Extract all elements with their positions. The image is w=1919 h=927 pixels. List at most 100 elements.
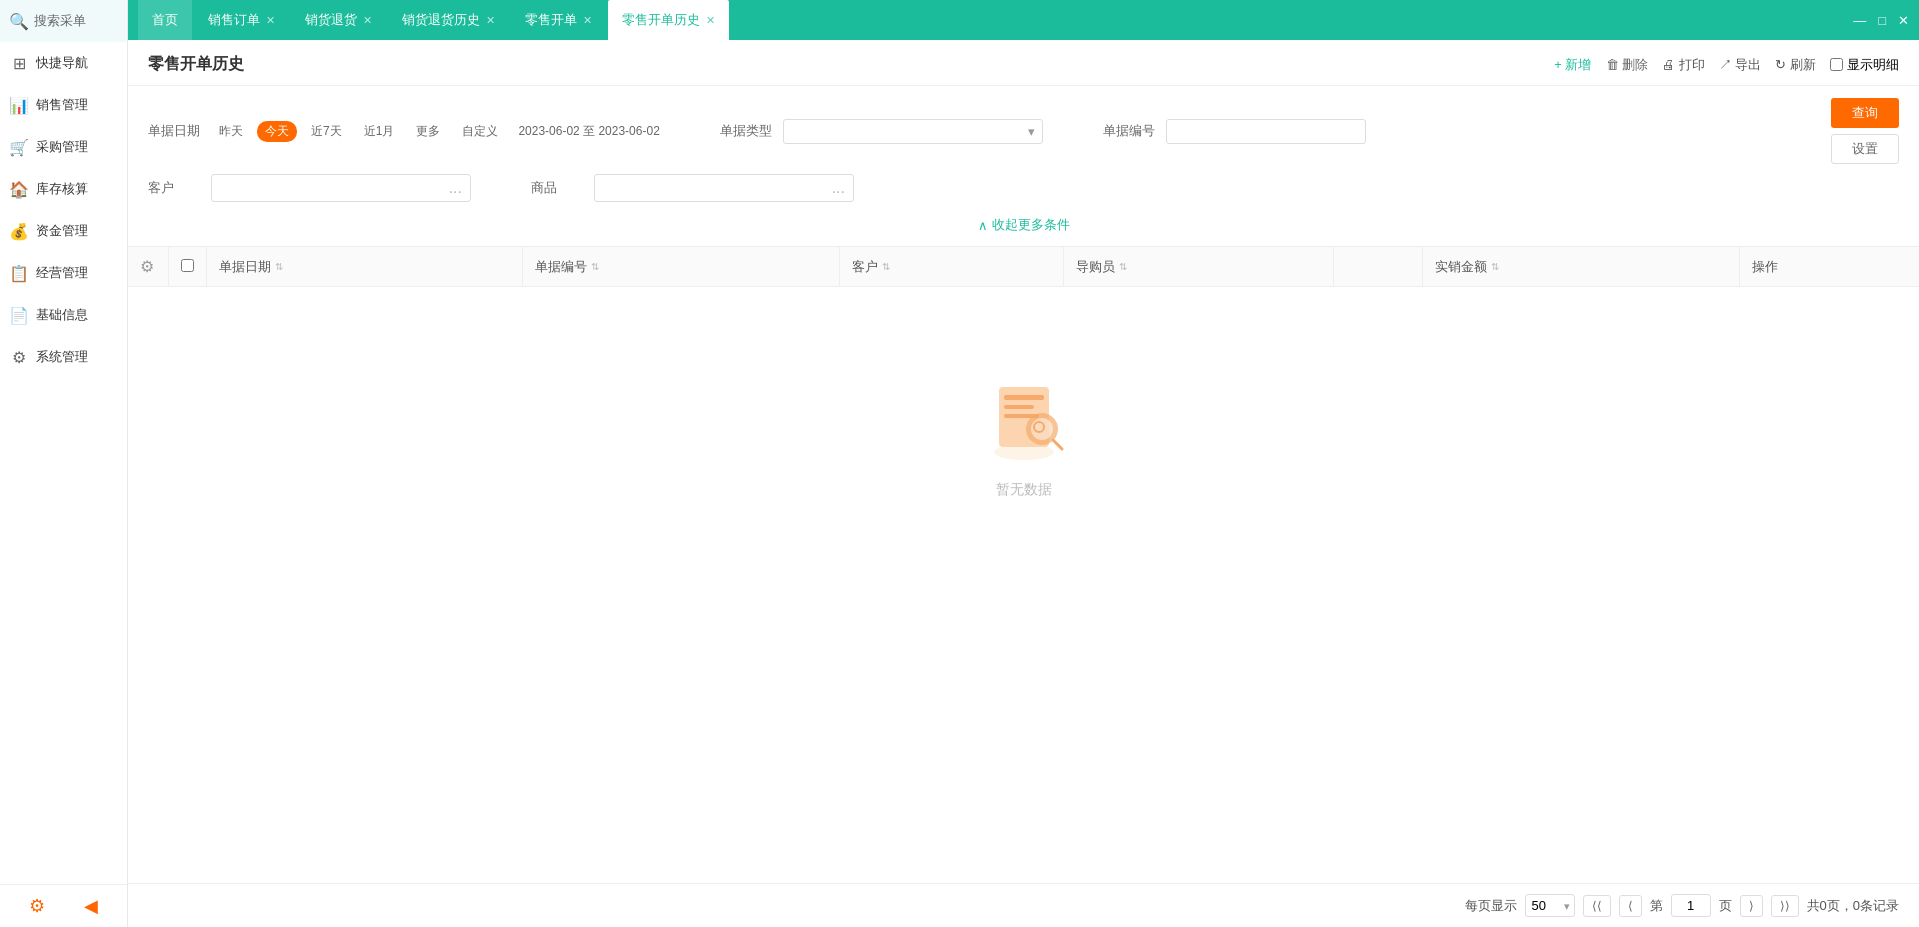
per-page-select[interactable]: 10 20 50 100 [1525, 894, 1575, 917]
th-amount: 实销金额 ⇅ [1423, 247, 1740, 287]
collapse-button[interactable]: ∧ 收起更多条件 [978, 216, 1070, 234]
tab-bar: 首页 销售订单 ✕ 销货退货 ✕ 销货退货历史 ✕ 零售开单 ✕ 零售开单历史 … [128, 0, 1919, 40]
tab-retail-open-history-close[interactable]: ✕ [706, 14, 715, 27]
date-opt-last1m[interactable]: 近1月 [356, 121, 403, 142]
customer-input[interactable] [220, 181, 449, 196]
min-button[interactable]: — [1853, 13, 1866, 28]
window-controls: — □ ✕ [1853, 13, 1909, 28]
date-opt-more[interactable]: 更多 [408, 121, 448, 142]
sidebar-item-sales-mgmt[interactable]: 📊 销售管理 [0, 84, 127, 126]
sidebar-item-label: 资金管理 [36, 222, 88, 240]
date-opt-custom[interactable]: 自定义 [454, 121, 506, 142]
finance-icon: 💰 [10, 222, 28, 240]
tab-sales-return-history-close[interactable]: ✕ [486, 14, 495, 27]
purchase-icon: 🛒 [10, 138, 28, 156]
tab-home-label: 首页 [152, 11, 178, 29]
tab-retail-open-history[interactable]: 零售开单历史 ✕ [608, 0, 729, 40]
first-page-btn[interactable]: ⟨⟨ [1583, 895, 1611, 917]
date-filter-label: 单据日期 [148, 122, 203, 140]
system-icon: ⚙ [10, 348, 28, 366]
tab-sales-order-close[interactable]: ✕ [266, 14, 275, 27]
date-opt-last7[interactable]: 近7天 [303, 121, 350, 142]
th-date-sort[interactable]: 单据日期 ⇅ [219, 258, 511, 276]
sidebar-bottom: ⚙ ◀ [0, 884, 127, 927]
sidebar-search-btn[interactable]: 🔍 搜索采单 [0, 0, 127, 42]
settings-bottom-icon[interactable]: ⚙ [29, 895, 45, 917]
collapse-row: ∧ 收起更多条件 [148, 212, 1899, 234]
product-dots-btn[interactable]: ... [832, 179, 845, 197]
tab-retail-open-close[interactable]: ✕ [583, 14, 592, 27]
svg-rect-3 [1004, 405, 1034, 409]
close-button[interactable]: ✕ [1898, 13, 1909, 28]
doc-no-group: 单据编号 [1103, 119, 1366, 144]
sidebar-item-purchase-mgmt[interactable]: 🛒 采购管理 [0, 126, 127, 168]
doc-type-select-wrapper [783, 119, 1043, 144]
print-button[interactable]: 🖨 打印 [1662, 56, 1705, 74]
th-amount-sort[interactable]: 实销金额 ⇅ [1435, 258, 1727, 276]
page-label: 第 [1650, 897, 1663, 915]
filter-area: 单据日期 昨天 今天 近7天 近1月 更多 自定义 2023-06-02 至 2… [128, 86, 1919, 247]
sort-no-icon: ⇅ [591, 261, 599, 272]
th-salesperson-sort[interactable]: 导购员 ⇅ [1076, 258, 1321, 276]
prev-page-btn[interactable]: ⟨ [1619, 895, 1642, 917]
tab-sales-return-history[interactable]: 销货退货历史 ✕ [388, 0, 509, 40]
per-page-label: 每页显示 [1465, 897, 1517, 915]
th-customer: 客户 ⇅ [839, 247, 1063, 287]
tab-sales-order[interactable]: 销售订单 ✕ [194, 0, 289, 40]
sidebar-item-label: 库存核算 [36, 180, 88, 198]
tab-home[interactable]: 首页 [138, 0, 192, 40]
delete-button[interactable]: 🗑 删除 [1606, 56, 1649, 74]
sidebar-item-basic-info[interactable]: 📄 基础信息 [0, 294, 127, 336]
date-opt-today[interactable]: 今天 [257, 121, 297, 142]
sidebar-item-finance[interactable]: 💰 资金管理 [0, 210, 127, 252]
select-all-checkbox[interactable] [181, 259, 194, 272]
page-suffix: 页 [1719, 897, 1732, 915]
page-header: 零售开单历史 + 新增 🗑 删除 🖨 打印 ↗ 导出 ↻ 刷新 显示明细 [128, 40, 1919, 86]
sidebar-search-label: 搜索采单 [34, 12, 86, 30]
filter-row-2: 客户 ... 商品 ... [148, 174, 1899, 202]
sidebar-item-label: 基础信息 [36, 306, 88, 324]
total-text: 共0页，0条记录 [1807, 897, 1899, 915]
toolbar: + 新增 🗑 删除 🖨 打印 ↗ 导出 ↻ 刷新 显示明细 [1554, 56, 1899, 74]
tab-sales-return-close[interactable]: ✕ [363, 14, 372, 27]
doc-no-input[interactable] [1166, 119, 1366, 144]
doc-type-group: 单据类型 [720, 119, 1043, 144]
refresh-button[interactable]: ↻ 刷新 [1775, 56, 1816, 74]
filter-settings-button[interactable]: 设置 [1831, 134, 1899, 164]
date-filter-group: 单据日期 昨天 今天 近7天 近1月 更多 自定义 2023-06-02 至 2… [148, 121, 660, 142]
product-filter-group: 商品 ... [531, 174, 854, 202]
sidebar-item-operations[interactable]: 📋 经营管理 [0, 252, 127, 294]
sidebar-item-inventory[interactable]: 🏠 库存核算 [0, 168, 127, 210]
th-salesperson: 导购员 ⇅ [1063, 247, 1333, 287]
collapse-sidebar-icon[interactable]: ◀ [84, 895, 98, 917]
sidebar-item-label: 销售管理 [36, 96, 88, 114]
th-customer-sort[interactable]: 客户 ⇅ [852, 258, 1051, 276]
sales-icon: 📊 [10, 96, 28, 114]
table-gear-icon[interactable]: ⚙ [140, 258, 154, 275]
empty-state: 暂无数据 [128, 287, 1919, 579]
last-page-btn[interactable]: ⟩⟩ [1771, 895, 1799, 917]
page-input[interactable] [1671, 894, 1711, 917]
customer-dots-btn[interactable]: ... [449, 179, 462, 197]
display-detail-label: 显示明细 [1847, 56, 1899, 74]
next-page-btn[interactable]: ⟩ [1740, 895, 1763, 917]
sidebar-item-system[interactable]: ⚙ 系统管理 [0, 336, 127, 378]
query-button[interactable]: 查询 [1831, 98, 1899, 128]
display-detail-checkbox-wrapper[interactable]: 显示明细 [1830, 56, 1899, 74]
th-no-sort[interactable]: 单据编号 ⇅ [535, 258, 827, 276]
th-checkbox [168, 247, 206, 287]
product-input[interactable] [603, 181, 832, 196]
doc-type-label: 单据类型 [720, 122, 775, 140]
export-button[interactable]: ↗ 导出 [1719, 56, 1762, 74]
tab-sales-return[interactable]: 销货退货 ✕ [291, 0, 386, 40]
add-button[interactable]: + 新增 [1554, 56, 1591, 74]
basic-info-icon: 📄 [10, 306, 28, 324]
inventory-icon: 🏠 [10, 180, 28, 198]
tab-retail-open[interactable]: 零售开单 ✕ [511, 0, 606, 40]
max-button[interactable]: □ [1878, 13, 1886, 28]
display-detail-checkbox[interactable] [1830, 58, 1843, 71]
pagination: 每页显示 10 20 50 100 ⟨⟨ ⟨ 第 页 ⟩ ⟩⟩ 共0页，0条记录 [128, 883, 1919, 927]
doc-type-select[interactable] [783, 119, 1043, 144]
sidebar-item-quick-nav[interactable]: ⊞ 快捷导航 [0, 42, 127, 84]
date-opt-yesterday[interactable]: 昨天 [211, 121, 251, 142]
